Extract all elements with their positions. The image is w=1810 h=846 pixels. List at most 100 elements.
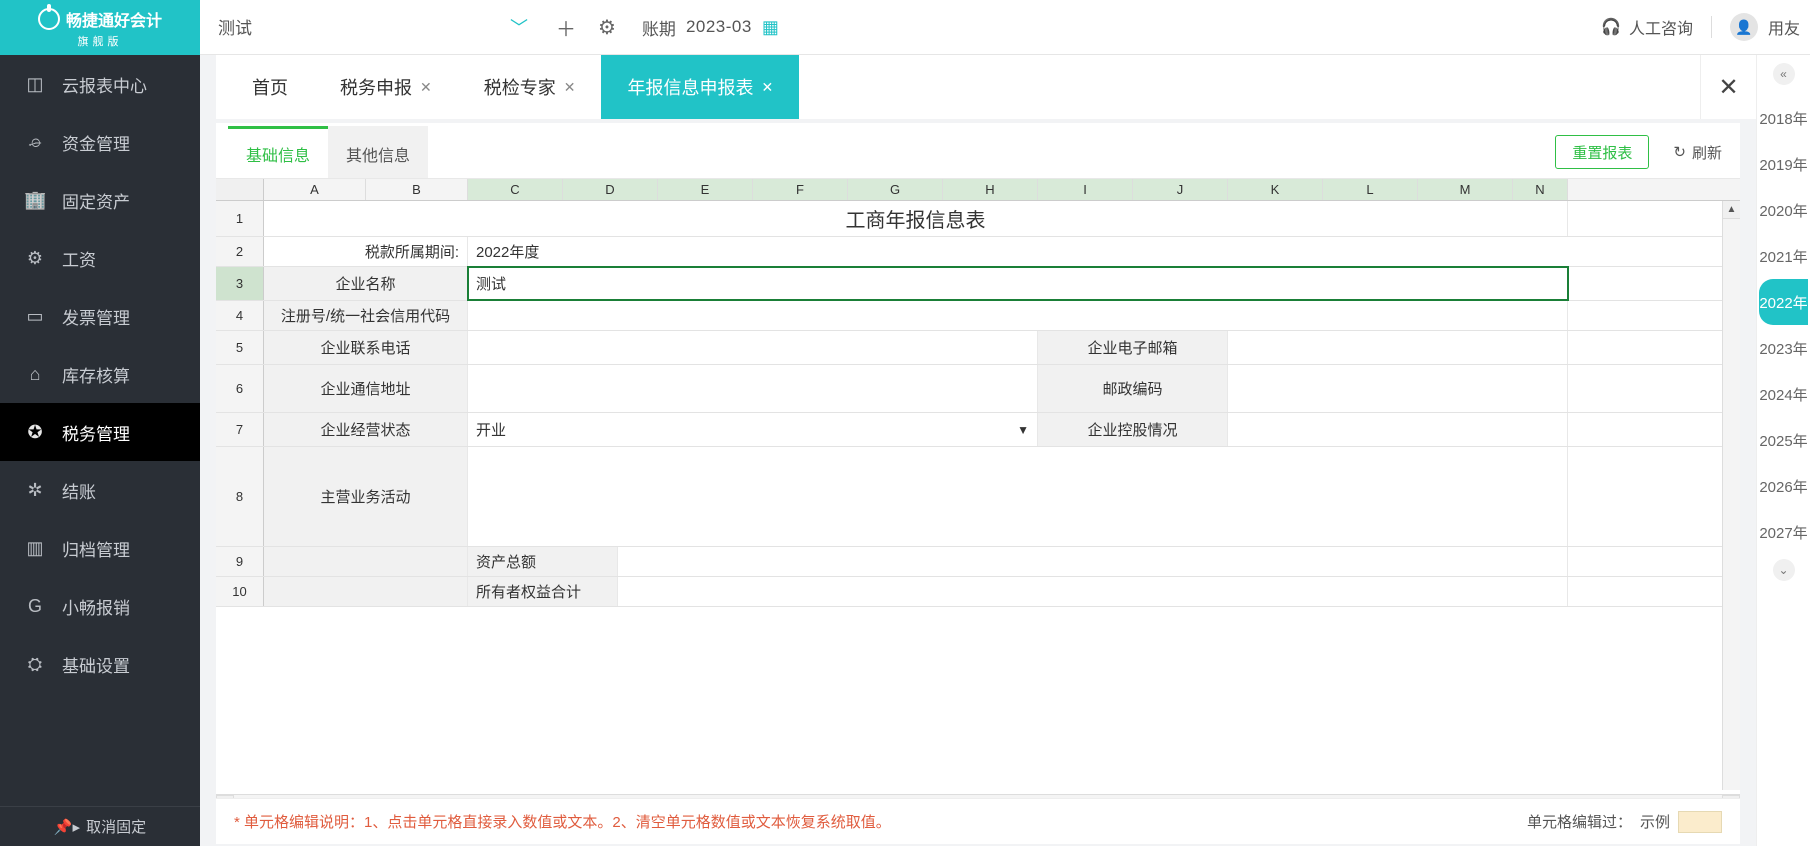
sidebar-item-8[interactable]: 归档管理 — [0, 519, 200, 577]
address-value[interactable] — [468, 365, 1038, 412]
year-rail: « 2018年2019年2020年2021年2022年2023年2024年202… — [1756, 55, 1810, 846]
sidebar-item-3[interactable]: 工资 — [0, 229, 200, 287]
year-2020年[interactable]: 2020年 — [1759, 187, 1807, 233]
owner-equity-value[interactable] — [618, 577, 1568, 606]
settings-icon[interactable]: ⚙ — [598, 15, 616, 40]
holding-value[interactable] — [1228, 413, 1568, 446]
col-header-M[interactable]: M — [1418, 179, 1513, 200]
vertical-scrollbar[interactable]: ▲ — [1722, 201, 1740, 790]
content: 首页税务申报✕ 税检专家 ✕ 年报信息申报表 ✕ ✕ 基础信息其他信息 重置报表 ↻ 刷新… — [200, 55, 1756, 846]
row-header-1[interactable]: 1 — [216, 201, 264, 236]
headset-icon: 🎧 — [1601, 17, 1621, 37]
unpin-button[interactable]: 📌▸ 取消固定 — [0, 806, 200, 846]
sidebar-item-4[interactable]: 发票管理 — [0, 287, 200, 345]
support-link[interactable]: 🎧 人工咨询 — [1601, 15, 1693, 39]
sidebar-item-6[interactable]: 税务管理 — [0, 403, 200, 461]
col-header-A[interactable]: A — [264, 179, 366, 200]
top-icons: ＋ ⚙ — [556, 13, 616, 42]
biz-status-select[interactable]: 开业▼ — [468, 413, 1038, 446]
company-name-value[interactable]: 测试 — [468, 267, 1568, 300]
scroll-up-icon[interactable]: ▲ — [1723, 201, 1740, 219]
col-header-I[interactable]: I — [1038, 179, 1133, 200]
pin-icon: 📌▸ — [54, 818, 80, 836]
reg-code-value[interactable] — [468, 301, 1568, 330]
year-2019年[interactable]: 2019年 — [1759, 141, 1807, 187]
row-header-5[interactable]: 5 — [216, 331, 264, 364]
row-header-2[interactable]: 2 — [216, 237, 264, 266]
rail-collapse-icon[interactable]: « — [1773, 63, 1795, 85]
refresh-button[interactable]: ↻ 刷新 — [1673, 142, 1722, 163]
page-tab-0[interactable]: 首页 — [226, 55, 314, 119]
sidebar-item-10[interactable]: 基础设置 — [0, 635, 200, 693]
page-tab-1[interactable]: 税务申报✕ — [314, 55, 458, 119]
row-header-8[interactable]: 8 — [216, 447, 264, 546]
chevron-down-icon: ▼ — [1017, 423, 1029, 437]
org-selector[interactable]: 测试 ﹀ — [218, 9, 528, 45]
row-header-9[interactable]: 9 — [216, 547, 264, 576]
row-4: 4注册号/统一社会信用代码 — [216, 301, 1740, 331]
brand-name: 畅捷通好会计 — [66, 7, 162, 31]
org-name: 测试 — [218, 14, 252, 39]
holding-label: 企业控股情况 — [1038, 413, 1228, 446]
year-2023年[interactable]: 2023年 — [1759, 325, 1807, 371]
row-header-3[interactable]: 3 — [216, 267, 264, 300]
close-icon[interactable]: ✕ — [564, 79, 576, 96]
sidebar-item-0[interactable]: 云报表中心 — [0, 55, 200, 113]
col-header-C[interactable]: C — [468, 179, 563, 200]
sheet-tab-1[interactable]: 其他信息 — [328, 126, 428, 178]
col-header-D[interactable]: D — [563, 179, 658, 200]
year-2025年[interactable]: 2025年 — [1759, 417, 1807, 463]
col-header-E[interactable]: E — [658, 179, 753, 200]
year-2018年[interactable]: 2018年 — [1759, 95, 1807, 141]
row-header-6[interactable]: 6 — [216, 365, 264, 412]
select-all-corner[interactable] — [216, 179, 264, 200]
col-header-N[interactable]: N — [1513, 179, 1568, 200]
close-icon[interactable]: ✕ — [420, 79, 432, 96]
year-2026年[interactable]: 2026年 — [1759, 463, 1807, 509]
sidebar-item-1[interactable]: 资金管理 — [0, 113, 200, 171]
postcode-value[interactable] — [1228, 365, 1568, 412]
close-all-tabs-button[interactable]: ✕ — [1700, 55, 1756, 119]
sidebar-item-2[interactable]: 固定资产 — [0, 171, 200, 229]
row-7: 7企业经营状态 开业▼ 企业控股情况 — [216, 413, 1740, 447]
sidebar-item-label: 固定资产 — [62, 188, 130, 213]
avatar[interactable]: 👤 — [1730, 13, 1758, 41]
period-owned-value[interactable]: 2022年度 — [468, 237, 1568, 266]
col-header-K[interactable]: K — [1228, 179, 1323, 200]
total-assets-value[interactable] — [618, 547, 1568, 576]
username[interactable]: 用友 — [1768, 15, 1800, 39]
close-icon[interactable]: ✕ — [761, 79, 773, 96]
year-2021年[interactable]: 2021年 — [1759, 233, 1807, 279]
col-header-L[interactable]: L — [1323, 179, 1418, 200]
row-header-4[interactable]: 4 — [216, 301, 264, 330]
sidebar-icon — [24, 596, 46, 617]
rail-scroll-down-icon[interactable]: ⌄ — [1773, 559, 1795, 581]
row-header-7[interactable]: 7 — [216, 413, 264, 446]
email-value[interactable] — [1228, 331, 1568, 364]
year-2027年[interactable]: 2027年 — [1759, 509, 1807, 555]
sidebar-item-7[interactable]: 结账 — [0, 461, 200, 519]
col-header-B[interactable]: B — [366, 179, 468, 200]
col-header-F[interactable]: F — [753, 179, 848, 200]
col-header-H[interactable]: H — [943, 179, 1038, 200]
main-activity-value[interactable] — [468, 447, 1568, 546]
period-label: 账期 — [642, 15, 676, 40]
reset-report-button[interactable]: 重置报表 — [1555, 135, 1649, 169]
page-tab-label: 年报信息申报表 — [627, 74, 753, 100]
year-2022年[interactable]: 2022年 — [1759, 279, 1807, 325]
period-selector[interactable]: 账期 2023-03 ▦ — [642, 15, 779, 40]
page-tab-label: 税检专家 — [484, 74, 556, 100]
sidebar-item-5[interactable]: 库存核算 — [0, 345, 200, 403]
col-header-J[interactable]: J — [1133, 179, 1228, 200]
sidebar-item-label: 小畅报销 — [62, 594, 130, 619]
sidebar-icon — [24, 132, 46, 153]
add-button[interactable]: ＋ — [556, 13, 576, 42]
col-header-G[interactable]: G — [848, 179, 943, 200]
sidebar-item-9[interactable]: 小畅报销 — [0, 577, 200, 635]
year-2024年[interactable]: 2024年 — [1759, 371, 1807, 417]
page-tab-2[interactable]: 税检专家 ✕ — [458, 55, 602, 119]
phone-value[interactable] — [468, 331, 1038, 364]
row-header-10[interactable]: 10 — [216, 577, 264, 606]
page-tab-3[interactable]: 年报信息申报表 ✕ — [601, 55, 799, 119]
sheet-tab-0[interactable]: 基础信息 — [228, 126, 328, 178]
